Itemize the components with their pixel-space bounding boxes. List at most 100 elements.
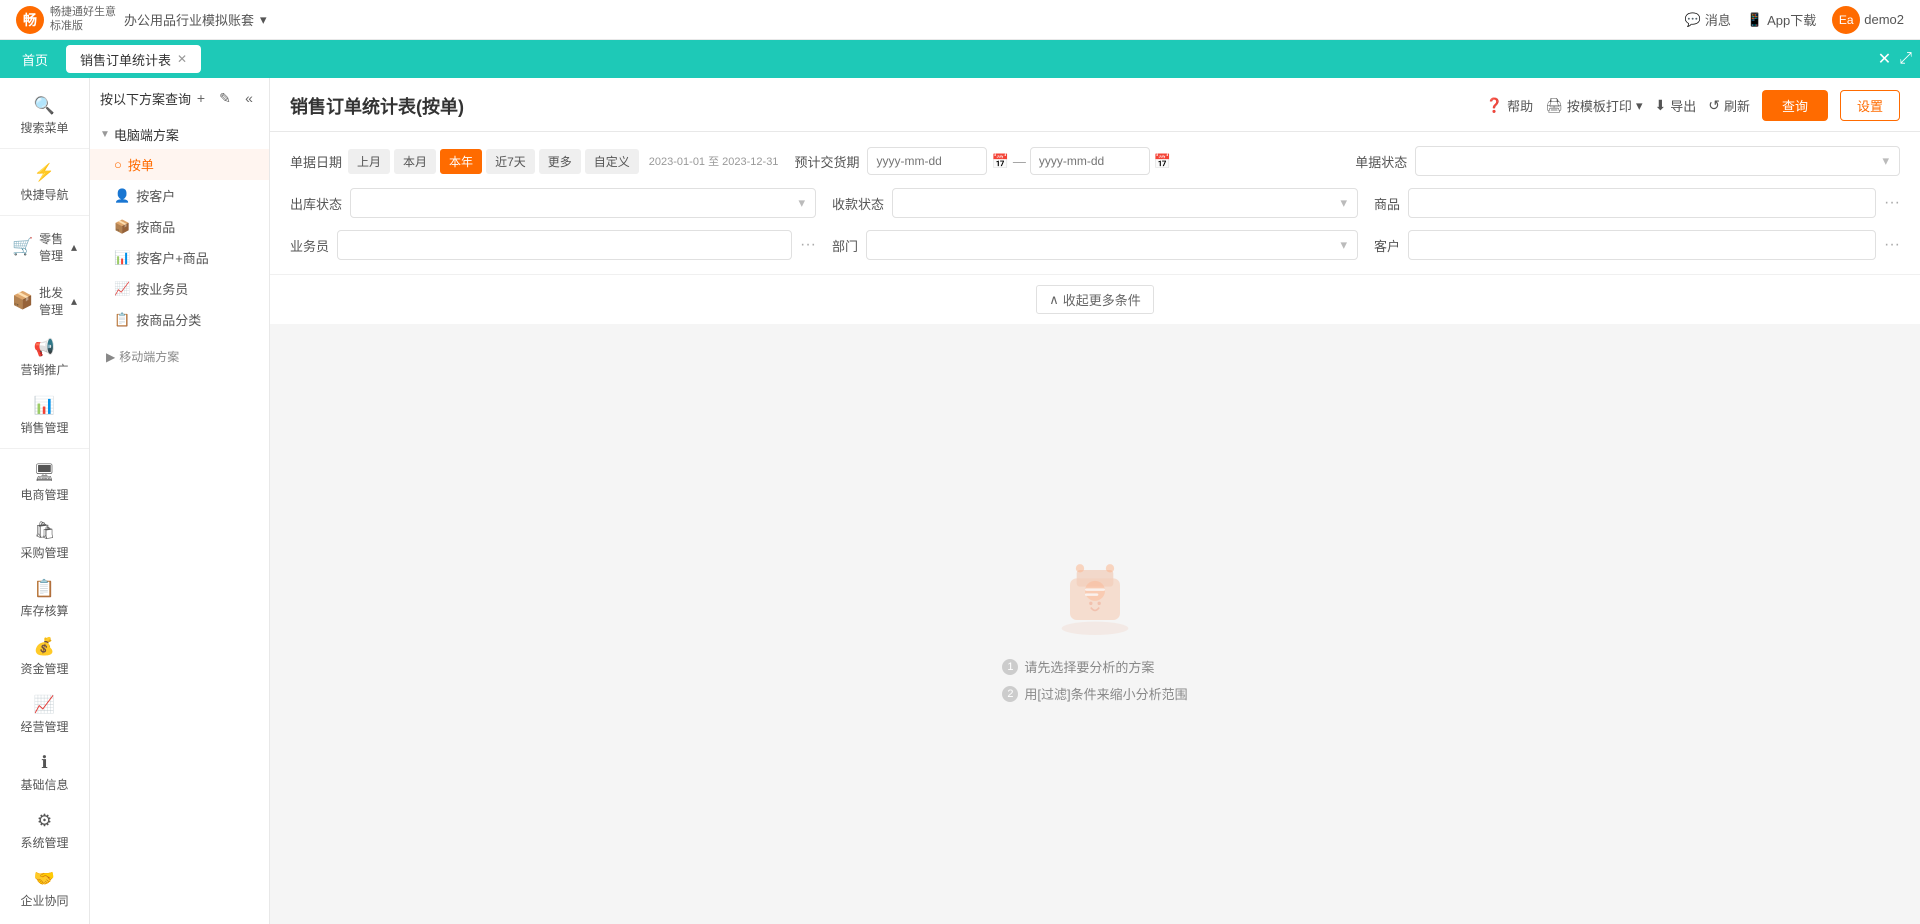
- sales-mgmt-icon: 📊: [34, 396, 55, 416]
- sidebar-item-basic-info[interactable]: ℹ 基础信息: [0, 743, 89, 801]
- date-btn-last-month[interactable]: 上月: [348, 149, 390, 174]
- retail-icon: 🛒: [12, 237, 33, 257]
- app-download-btn[interactable]: 📱 App下载: [1747, 10, 1816, 29]
- print-icon: 🖨: [1545, 97, 1563, 114]
- by-customer-goods-icon: 📊: [114, 250, 130, 266]
- expected-date-from[interactable]: [867, 147, 987, 175]
- filter-delivery: 出库状态 ▾: [290, 188, 816, 218]
- sidebar-item-system[interactable]: ⚙ 系统管理: [0, 801, 89, 859]
- goods-input[interactable]: [1408, 188, 1876, 218]
- refresh-icon: ↺: [1708, 97, 1720, 114]
- customer-input[interactable]: [1408, 230, 1876, 260]
- tab-close-icon[interactable]: ✕: [177, 52, 187, 66]
- top-nav-right: 💬 消息 📱 App下载 Ea demo2: [1685, 6, 1904, 34]
- tab-home[interactable]: 首页: [8, 45, 62, 73]
- page-title-row: 销售订单统计表(按单) ❓ 帮助 🖨 按模板打印 ▾ ⬇ 导出: [290, 90, 1900, 131]
- cal-from-icon[interactable]: 📅: [991, 153, 1008, 170]
- quick-nav-icon: ⚡: [34, 163, 55, 183]
- date-btn-more[interactable]: 更多: [539, 149, 581, 174]
- tab-close-window-icon[interactable]: ✕: [1878, 49, 1891, 69]
- sidebar-item-retail[interactable]: 🛒 零售管理 ▴: [0, 220, 89, 274]
- title-bar[interactable]: 办公用品行业模拟账套 ▾: [124, 10, 267, 29]
- delivery-status-select[interactable]: ▾: [350, 188, 816, 218]
- by-goods-icon: 📦: [114, 219, 130, 235]
- salesperson-input[interactable]: [337, 230, 792, 260]
- scheme-group-pc-header[interactable]: ▼ 电脑端方案: [90, 120, 269, 149]
- sidebar-item-wholesale[interactable]: 📦 批发管理 ▴: [0, 274, 89, 328]
- goods-more-icon[interactable]: ···: [1884, 194, 1900, 212]
- empty-tip-1: 1 请先选择要分析的方案: [1002, 657, 1187, 676]
- help-btn[interactable]: ❓ 帮助: [1486, 96, 1533, 115]
- tip-num-2: 2: [1002, 686, 1018, 702]
- marketing-icon: 📢: [34, 338, 55, 358]
- finance-icon: 💰: [34, 637, 55, 657]
- message-btn[interactable]: 💬 消息: [1685, 10, 1731, 29]
- doc-status-select[interactable]: ▾: [1415, 146, 1900, 176]
- group-mobile-arrow-icon: ▶: [106, 350, 115, 364]
- collapse-btn[interactable]: ∧ 收起更多条件: [1036, 285, 1154, 314]
- by-salesperson-icon: 📈: [114, 281, 130, 297]
- export-btn[interactable]: ⬇ 导出: [1654, 96, 1696, 115]
- search-menu-icon: 🔍: [34, 96, 55, 116]
- wholesale-arrow-icon: ▴: [71, 294, 77, 308]
- filter-customer: 客户 ···: [1374, 230, 1900, 260]
- payment-status-select[interactable]: ▾: [892, 188, 1358, 218]
- sidebar-item-ecommerce[interactable]: 🖥 电商管理: [0, 453, 89, 511]
- sidebar-item-purchase[interactable]: 🛍 采购管理: [0, 511, 89, 569]
- filter-payment: 收款状态 ▾: [832, 188, 1358, 218]
- message-icon: 💬: [1685, 12, 1701, 28]
- basic-info-icon: ℹ: [41, 753, 47, 773]
- filter-salesperson: 业务员 ···: [290, 230, 816, 260]
- scheme-item-by-customer-goods[interactable]: 📊 按客户+商品: [90, 242, 269, 273]
- query-btn[interactable]: 查询: [1762, 90, 1828, 121]
- customer-more-icon[interactable]: ···: [1884, 236, 1900, 254]
- sidebar-item-enterprise[interactable]: 🤝 企业协同: [0, 859, 89, 917]
- date-btn-last-7[interactable]: 近7天: [486, 149, 535, 174]
- enterprise-icon: 🤝: [34, 869, 55, 889]
- top-nav-left: 畅 畅捷通好生意 标准版 办公用品行业模拟账套 ▾: [16, 6, 267, 34]
- scheme-group-mobile-header[interactable]: ▶ 移动端方案: [90, 343, 269, 370]
- cal-to-icon[interactable]: 📅: [1154, 153, 1171, 170]
- sidebar-item-inventory[interactable]: 📋 库存核算: [0, 569, 89, 627]
- avatar: Ea: [1832, 6, 1860, 34]
- scheme-item-by-customer[interactable]: 👤 按客户: [90, 180, 269, 211]
- scheme-edit-btn[interactable]: ✎: [215, 88, 235, 108]
- empty-illustration: [1045, 545, 1145, 645]
- department-select[interactable]: ▾: [866, 230, 1358, 260]
- sidebar-item-newbie[interactable]: 🎯 新手引导: [0, 917, 89, 924]
- purchase-icon: 🛍: [34, 521, 56, 541]
- collapse-up-icon: ∧: [1049, 292, 1059, 308]
- scheme-collapse-btn[interactable]: «: [239, 88, 259, 108]
- scheme-tools: + ✎ «: [191, 88, 259, 108]
- sidebar-item-finance[interactable]: 💰 资金管理: [0, 627, 89, 685]
- date-btn-custom[interactable]: 自定义: [585, 149, 639, 174]
- tab-sales-order-stats[interactable]: 销售订单统计表 ✕: [66, 45, 201, 73]
- sidebar-item-search-menu[interactable]: 🔍 搜索菜单: [0, 86, 89, 144]
- date-btn-this-month[interactable]: 本月: [394, 149, 436, 174]
- page-actions: ❓ 帮助 🖨 按模板打印 ▾ ⬇ 导出 ↺ 刷新: [1486, 90, 1900, 121]
- sidebar-item-sales-mgmt[interactable]: 📊 销售管理: [0, 386, 89, 444]
- scheme-add-btn[interactable]: +: [191, 88, 211, 108]
- salesperson-more-icon[interactable]: ···: [800, 236, 816, 254]
- sidebar-item-marketing[interactable]: 📢 营销推广: [0, 328, 89, 386]
- delivery-arrow-icon: ▾: [798, 195, 805, 211]
- sidebar-item-business[interactable]: 📈 经营管理: [0, 685, 89, 743]
- scheme-item-by-salesperson[interactable]: 📈 按业务员: [90, 273, 269, 304]
- settings-btn[interactable]: 设置: [1840, 90, 1900, 121]
- expected-date-to[interactable]: [1030, 147, 1150, 175]
- scheme-panel: 按以下方案查询 + ✎ « ▼ 电脑端方案 ○ 按单 👤 按客户 📦 按商: [90, 78, 270, 924]
- sidebar-item-quick-nav[interactable]: ⚡ 快捷导航: [0, 153, 89, 211]
- page-title: 销售订单统计表(按单): [290, 93, 464, 119]
- refresh-btn[interactable]: ↺ 刷新: [1708, 96, 1750, 115]
- filter-area: 单据日期 上月 本月 本年 近7天 更多 自定义 2023-01-01 至 20…: [270, 132, 1920, 274]
- doc-status-arrow-icon: ▾: [1882, 153, 1889, 169]
- scheme-item-by-goods[interactable]: 📦 按商品: [90, 211, 269, 242]
- date-btn-this-year[interactable]: 本年: [440, 149, 482, 174]
- scheme-item-by-order[interactable]: ○ 按单: [90, 149, 269, 180]
- title-bar-arrow-icon[interactable]: ▾: [260, 12, 267, 28]
- tab-expand-icon[interactable]: ⤢: [1899, 50, 1912, 68]
- business-icon: 📈: [34, 695, 55, 715]
- user-area[interactable]: Ea demo2: [1832, 6, 1904, 34]
- scheme-item-by-category[interactable]: 📋 按商品分类: [90, 304, 269, 335]
- print-btn[interactable]: 🖨 按模板打印 ▾: [1545, 96, 1642, 115]
